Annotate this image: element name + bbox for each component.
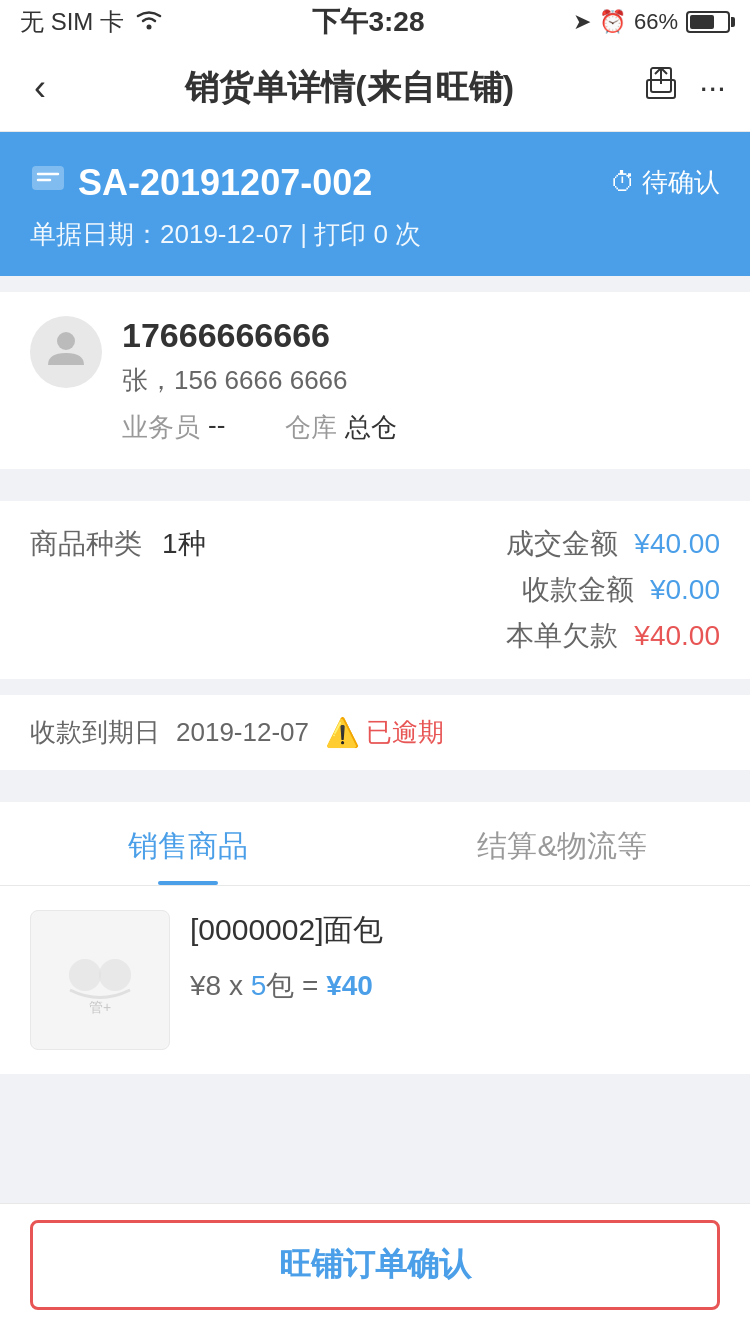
price-multiply: x bbox=[229, 970, 251, 1001]
price-qty: 5 bbox=[251, 970, 267, 1001]
order-id-text: SA-20191207-002 bbox=[78, 162, 372, 204]
divider-1 bbox=[0, 276, 750, 292]
bottom-bar: 旺铺订单确认 bbox=[0, 1203, 750, 1334]
overdue-badge: ⚠️ 已逾期 bbox=[325, 715, 444, 750]
price-amount: ¥8 bbox=[190, 970, 221, 1001]
price-unit: 包 bbox=[266, 970, 294, 1001]
svg-point-4 bbox=[57, 332, 75, 350]
customer-meta: 业务员 -- 仓库 总仓 bbox=[122, 410, 720, 445]
product-section: 管+ [0000002]面包 ¥8 x 5包 = ¥40 bbox=[0, 886, 750, 1074]
battery-icon bbox=[686, 11, 730, 33]
divider-3 bbox=[0, 679, 750, 695]
transaction-value: ¥40.00 bbox=[634, 528, 720, 560]
back-button[interactable]: ‹ bbox=[24, 57, 56, 119]
balance-value: ¥40.00 bbox=[634, 620, 720, 652]
battery-fill bbox=[690, 15, 714, 29]
more-icon[interactable]: ··· bbox=[699, 69, 726, 106]
warehouse-label: 仓库 bbox=[285, 410, 337, 445]
tab-sales-label: 销售商品 bbox=[128, 829, 248, 862]
amounts-left: 商品种类 1种 bbox=[30, 525, 206, 563]
tab-settlement[interactable]: 结算&物流等 bbox=[375, 802, 750, 885]
product-title: 面包 bbox=[323, 913, 383, 946]
product-name: [0000002]面包 bbox=[190, 910, 720, 951]
received-row: 收款金额 ¥0.00 bbox=[522, 571, 720, 609]
due-date-section: 收款到期日 2019-12-07 ⚠️ 已逾期 bbox=[0, 695, 750, 770]
product-price: ¥8 x 5包 = ¥40 bbox=[190, 967, 720, 1005]
warning-icon: ⚠️ bbox=[325, 716, 360, 749]
transaction-label: 成交金额 bbox=[506, 525, 618, 563]
product-image: 管+ bbox=[30, 910, 170, 1050]
product-types-label: 商品种类 bbox=[30, 525, 142, 563]
divider-2 bbox=[0, 485, 750, 501]
product-info: [0000002]面包 ¥8 x 5包 = ¥40 bbox=[190, 910, 720, 1005]
meta-separator: | bbox=[293, 219, 314, 249]
balance-row: 本单欠款 ¥40.00 bbox=[506, 617, 720, 655]
svg-text:管+: 管+ bbox=[89, 999, 111, 1015]
share-icon[interactable] bbox=[643, 66, 679, 110]
svg-rect-3 bbox=[32, 166, 64, 190]
svg-point-6 bbox=[99, 959, 131, 991]
amounts-section: 商品种类 1种 成交金额 ¥40.00 收款金额 ¥0.00 本单欠款 ¥40.… bbox=[0, 501, 750, 679]
tab-sales[interactable]: 销售商品 bbox=[0, 802, 375, 885]
status-time: 下午3:28 bbox=[312, 3, 424, 41]
page-title: 销货单详情(来自旺铺) bbox=[185, 65, 514, 111]
meta-print: 打印 0 次 bbox=[314, 219, 421, 249]
salesperson-item: 业务员 -- bbox=[122, 410, 225, 445]
product-types-value: 1种 bbox=[162, 525, 206, 563]
customer-details: 17666666666 张，156 6666 6666 业务员 -- 仓库 总仓 bbox=[122, 316, 720, 445]
salesperson-label: 业务员 bbox=[122, 410, 200, 445]
avatar bbox=[30, 316, 102, 388]
location-icon: ➤ bbox=[573, 9, 591, 35]
customer-name: 张，156 6666 6666 bbox=[122, 363, 720, 398]
header-card: SA-20191207-002 ⏱ 待确认 单据日期：2019-12-07 | … bbox=[0, 132, 750, 276]
tab-settlement-label: 结算&物流等 bbox=[477, 829, 647, 862]
price-equals: = bbox=[302, 970, 326, 1001]
nav-actions: ··· bbox=[643, 66, 726, 110]
transaction-row: 成交金额 ¥40.00 bbox=[506, 525, 720, 563]
nav-bar: ‹ 销货单详情(来自旺铺) ··· bbox=[0, 44, 750, 132]
price-total: ¥40 bbox=[326, 970, 373, 1001]
order-meta: 单据日期：2019-12-07 | 打印 0 次 bbox=[30, 217, 720, 252]
warehouse-item: 仓库 总仓 bbox=[285, 410, 397, 445]
status-badge: ⏱ 待确认 bbox=[610, 165, 720, 200]
status-label: 待确认 bbox=[642, 165, 720, 200]
svg-point-5 bbox=[69, 959, 101, 991]
overdue-label: 已逾期 bbox=[366, 715, 444, 750]
meta-date-label: 单据日期： bbox=[30, 219, 160, 249]
customer-info-row: 17666666666 张，156 6666 6666 业务员 -- 仓库 总仓 bbox=[30, 316, 720, 445]
tabs-section: 销售商品 结算&物流等 bbox=[0, 802, 750, 886]
status-left: 无 SIM 卡 bbox=[20, 6, 164, 38]
salesperson-value: -- bbox=[208, 410, 225, 445]
customer-section: 17666666666 张，156 6666 6666 业务员 -- 仓库 总仓 bbox=[0, 292, 750, 469]
order-id-icon bbox=[30, 160, 66, 205]
header-card-top: SA-20191207-002 ⏱ 待确认 bbox=[30, 160, 720, 205]
balance-label: 本单欠款 bbox=[506, 617, 618, 655]
status-bar: 无 SIM 卡 下午3:28 ➤ ⏰ 66% bbox=[0, 0, 750, 44]
wifi-icon bbox=[134, 8, 164, 36]
user-icon bbox=[44, 325, 88, 379]
warehouse-value: 总仓 bbox=[345, 410, 397, 445]
svg-point-0 bbox=[147, 25, 152, 30]
status-clock-icon: ⏱ bbox=[610, 167, 636, 198]
carrier-text: 无 SIM 卡 bbox=[20, 6, 124, 38]
due-date-value: 2019-12-07 bbox=[176, 717, 309, 748]
received-label: 收款金额 bbox=[522, 571, 634, 609]
meta-date-value: 2019-12-07 bbox=[160, 219, 293, 249]
product-code: [0000002] bbox=[190, 913, 323, 946]
battery-percent: 66% bbox=[634, 9, 678, 35]
divider-4 bbox=[0, 786, 750, 802]
customer-phone: 17666666666 bbox=[122, 316, 720, 355]
confirm-button[interactable]: 旺铺订单确认 bbox=[30, 1220, 720, 1310]
received-value: ¥0.00 bbox=[650, 574, 720, 606]
status-right: ➤ ⏰ 66% bbox=[573, 9, 730, 35]
due-date-label: 收款到期日 bbox=[30, 715, 160, 750]
order-id: SA-20191207-002 bbox=[30, 160, 372, 205]
alarm-icon: ⏰ bbox=[599, 9, 626, 35]
amounts-right: 成交金额 ¥40.00 收款金额 ¥0.00 本单欠款 ¥40.00 bbox=[506, 525, 720, 655]
